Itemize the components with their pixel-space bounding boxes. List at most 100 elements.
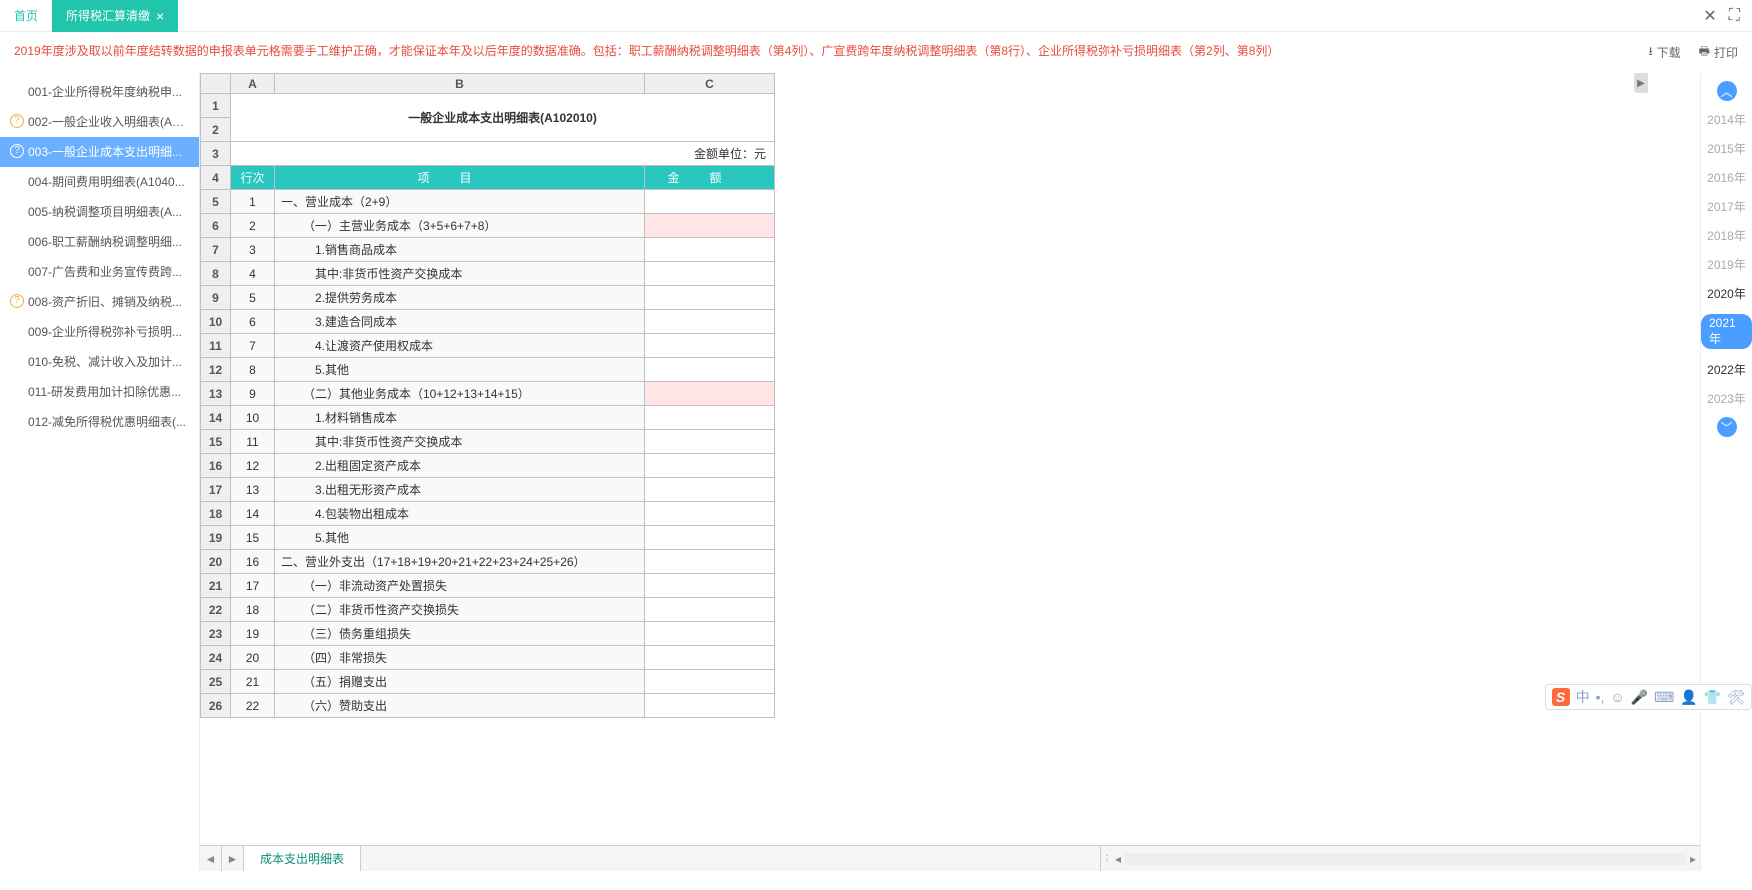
year-button[interactable]: 2019年 bbox=[1707, 256, 1746, 273]
sidebar-item[interactable]: ?008-资产折旧、摊销及纳税... bbox=[0, 287, 199, 317]
row-header[interactable]: 6 bbox=[201, 214, 231, 238]
amount-cell[interactable] bbox=[645, 646, 775, 670]
select-all-corner[interactable] bbox=[201, 74, 231, 94]
sheet-nav-first-icon[interactable]: ◄ bbox=[200, 846, 222, 871]
amount-cell[interactable] bbox=[645, 262, 775, 286]
ime-mic-icon[interactable]: 🎤 bbox=[1631, 689, 1648, 706]
row-header[interactable]: 26 bbox=[201, 694, 231, 718]
row-header[interactable]: 25 bbox=[201, 670, 231, 694]
row-header[interactable]: 16 bbox=[201, 454, 231, 478]
row-header[interactable]: 22 bbox=[201, 598, 231, 622]
scroll-up-icon[interactable]: ︿ bbox=[1717, 81, 1737, 101]
amount-cell[interactable] bbox=[645, 190, 775, 214]
ime-emoji-icon[interactable]: ☺ bbox=[1610, 689, 1624, 705]
sidebar-item[interactable]: ?003-一般企业成本支出明细... bbox=[0, 137, 199, 167]
year-button[interactable]: 2016年 bbox=[1707, 169, 1746, 186]
amount-cell[interactable] bbox=[645, 694, 775, 718]
row-header[interactable]: 10 bbox=[201, 310, 231, 334]
ime-tool-icon[interactable]: 🛠 bbox=[1727, 689, 1745, 706]
amount-cell[interactable] bbox=[645, 358, 775, 382]
amount-cell[interactable] bbox=[645, 406, 775, 430]
ime-user-icon[interactable]: 👤 bbox=[1680, 689, 1697, 706]
amount-cell[interactable] bbox=[645, 310, 775, 334]
row-header[interactable]: 14 bbox=[201, 406, 231, 430]
amount-cell[interactable] bbox=[645, 598, 775, 622]
row-header[interactable]: 9 bbox=[201, 286, 231, 310]
row-header[interactable]: 24 bbox=[201, 646, 231, 670]
amount-cell[interactable] bbox=[645, 238, 775, 262]
year-button[interactable]: 2020年 bbox=[1707, 285, 1746, 302]
amount-cell[interactable] bbox=[645, 334, 775, 358]
amount-cell[interactable] bbox=[645, 286, 775, 310]
row-header[interactable]: 5 bbox=[201, 190, 231, 214]
sidebar-item[interactable]: 012-减免所得税优惠明细表(... bbox=[0, 407, 199, 437]
row-header[interactable]: 17 bbox=[201, 478, 231, 502]
hscroll-right-icon[interactable]: ▸ bbox=[1686, 852, 1700, 866]
ime-keyboard-icon[interactable]: ⌨ bbox=[1654, 689, 1674, 706]
col-header-b[interactable]: B bbox=[275, 74, 645, 94]
amount-cell[interactable] bbox=[645, 502, 775, 526]
print-button[interactable]: 🖶 打印 bbox=[1699, 42, 1738, 63]
help-icon[interactable]: ? bbox=[10, 294, 24, 308]
sidebar-item[interactable]: 007-广告费和业务宣传费跨... bbox=[0, 257, 199, 287]
row-header[interactable]: 19 bbox=[201, 526, 231, 550]
sheet-tab[interactable]: 成本支出明细表 bbox=[244, 846, 361, 871]
ime-punct-icon[interactable]: •, bbox=[1596, 689, 1605, 705]
sheet-nav-last-icon[interactable]: ► bbox=[222, 846, 244, 871]
sidebar-item[interactable]: 001-企业所得税年度纳税申... bbox=[0, 77, 199, 107]
sidebar-item[interactable]: 006-职工薪酬纳税调整明细... bbox=[0, 227, 199, 257]
year-button[interactable]: 2018年 bbox=[1707, 227, 1746, 244]
sidebar-item[interactable]: 005-纳税调整项目明细表(A... bbox=[0, 197, 199, 227]
close-icon[interactable]: × bbox=[156, 0, 164, 32]
hscroll-track[interactable] bbox=[1125, 853, 1686, 865]
sidebar-item[interactable]: 011-研发费用加计扣除优惠... bbox=[0, 377, 199, 407]
hscroll-left-icon[interactable]: ◂ bbox=[1111, 852, 1125, 866]
row-header[interactable]: 7 bbox=[201, 238, 231, 262]
amount-cell[interactable] bbox=[645, 526, 775, 550]
ime-skin-icon[interactable]: 👕 bbox=[1704, 689, 1721, 706]
row-header[interactable]: 23 bbox=[201, 622, 231, 646]
amount-cell[interactable] bbox=[645, 670, 775, 694]
scroll-down-icon[interactable]: ﹀ bbox=[1717, 417, 1737, 437]
sidebar-item[interactable]: ?002-一般企业收入明细表(A10... bbox=[0, 107, 199, 137]
row-header[interactable]: 2 bbox=[201, 118, 231, 142]
col-header-c[interactable]: C bbox=[645, 74, 775, 94]
row-header[interactable]: 1 bbox=[201, 94, 231, 118]
row-header[interactable]: 18 bbox=[201, 502, 231, 526]
amount-cell[interactable] bbox=[645, 382, 775, 406]
hscroll-grip-icon[interactable]: ⋮ bbox=[1101, 854, 1111, 863]
ime-lang[interactable]: 中 bbox=[1576, 687, 1590, 707]
amount-cell[interactable] bbox=[645, 574, 775, 598]
row-header[interactable]: 3 bbox=[201, 142, 231, 166]
sidebar-item[interactable]: 010-免税、减计收入及加计... bbox=[0, 347, 199, 377]
year-button[interactable]: 2021年 bbox=[1701, 314, 1752, 349]
window-close-icon[interactable]: ✕ bbox=[1703, 6, 1716, 26]
col-header-a[interactable]: A bbox=[231, 74, 275, 94]
amount-cell[interactable] bbox=[645, 430, 775, 454]
amount-cell[interactable] bbox=[645, 478, 775, 502]
ime-toolbar[interactable]: S 中 •, ☺ 🎤 ⌨ 👤 👕 🛠 bbox=[1545, 684, 1752, 710]
year-button[interactable]: 2015年 bbox=[1707, 140, 1746, 157]
year-button[interactable]: 2023年 bbox=[1707, 390, 1746, 407]
row-header[interactable]: 15 bbox=[201, 430, 231, 454]
row-header[interactable]: 13 bbox=[201, 382, 231, 406]
amount-cell[interactable] bbox=[645, 550, 775, 574]
row-header[interactable]: 8 bbox=[201, 262, 231, 286]
year-button[interactable]: 2022年 bbox=[1707, 361, 1746, 378]
sidebar-item[interactable]: 009-企业所得税弥补亏损明... bbox=[0, 317, 199, 347]
year-button[interactable]: 2014年 bbox=[1707, 111, 1746, 128]
tab-home[interactable]: 首页 bbox=[0, 0, 52, 32]
tab-active[interactable]: 所得税汇算清缴 × bbox=[52, 0, 178, 32]
year-button[interactable]: 2017年 bbox=[1707, 198, 1746, 215]
amount-cell[interactable] bbox=[645, 454, 775, 478]
amount-cell[interactable] bbox=[645, 214, 775, 238]
row-header[interactable]: 21 bbox=[201, 574, 231, 598]
help-icon[interactable]: ? bbox=[10, 144, 24, 158]
sheet-expand-icon[interactable]: ▶ bbox=[1634, 73, 1648, 93]
row-header[interactable]: 11 bbox=[201, 334, 231, 358]
help-icon[interactable]: ? bbox=[10, 114, 24, 128]
sidebar-item[interactable]: 004-期间费用明细表(A1040... bbox=[0, 167, 199, 197]
row-header[interactable]: 20 bbox=[201, 550, 231, 574]
amount-cell[interactable] bbox=[645, 622, 775, 646]
row-header[interactable]: 4 bbox=[201, 166, 231, 190]
